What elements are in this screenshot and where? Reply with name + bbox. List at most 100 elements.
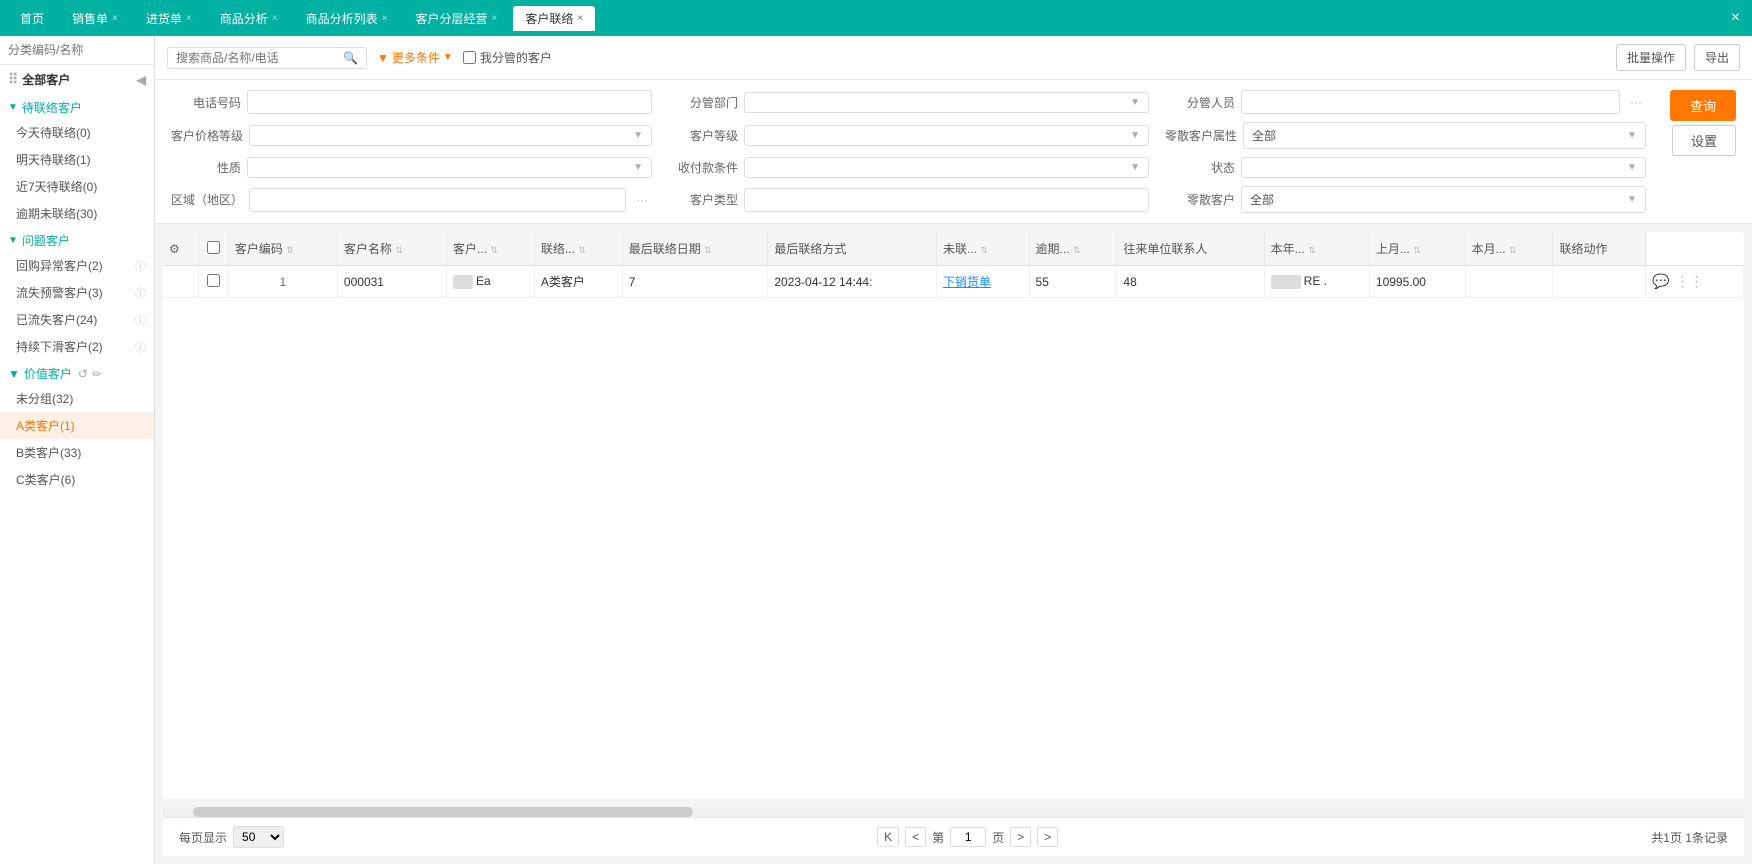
horizontal-scrollbar[interactable]	[163, 807, 1744, 817]
scattered-attr-select[interactable]: 全部 ▼	[1243, 122, 1646, 149]
sidebar-item-ungrouped[interactable]: 未分组(32)	[0, 385, 154, 412]
filter-region: 区域（地区） ···	[171, 188, 668, 212]
scrollbar-thumb[interactable]	[193, 807, 693, 817]
row-name: Ea	[447, 266, 535, 298]
status-select[interactable]: ▼	[1241, 157, 1646, 178]
nav-sales[interactable]: 销售单 ×	[60, 6, 130, 31]
manager-input[interactable]	[1241, 90, 1620, 114]
sidebar-item-repurchase-abnormal[interactable]: 回购异常客户(2) ⓘ	[0, 252, 154, 279]
col-actions-header: 联络动作	[1553, 232, 1646, 266]
grid-icon: ⠿	[8, 71, 18, 88]
table-row: 1 000031 Ea A类客户 7 2023-04-12 14:44: 下销货…	[163, 266, 1744, 298]
search-box: 🔍	[167, 47, 367, 69]
row-last-contact-date: 2023-04-12 14:44:	[768, 266, 937, 298]
filter-payment: 收付款条件 ▼	[668, 157, 1165, 178]
row-checkbox[interactable]	[207, 274, 220, 287]
payment-label: 收付款条件	[668, 159, 738, 176]
close-analysis-list-icon[interactable]: ×	[382, 13, 388, 24]
close-customer-contact-icon[interactable]: ×	[577, 13, 583, 24]
scattered-select[interactable]: 全部 ▼	[1241, 186, 1646, 213]
nature-select[interactable]: ▼	[247, 157, 652, 178]
region-label: 区域（地区）	[171, 191, 243, 208]
more-filters-button[interactable]: ▼ 更多条件 ▼	[377, 49, 453, 66]
row-this-month	[1553, 266, 1646, 298]
sidebar-item-overdue[interactable]: 逾期未联络(30)	[0, 200, 154, 227]
action-icon-2[interactable]: ⋮⋮	[1676, 273, 1704, 290]
close-customer-layer-icon[interactable]: ×	[491, 13, 497, 24]
query-button[interactable]: 查询	[1670, 90, 1736, 121]
sidebar-item-class-a[interactable]: A类客户(1)	[0, 412, 154, 439]
sort-last-date-icon: ⇅	[704, 245, 712, 255]
close-analysis-icon[interactable]: ×	[272, 13, 278, 24]
close-all-button[interactable]: ×	[1731, 9, 1740, 27]
customer-level-select[interactable]: ▼	[744, 125, 1149, 146]
region-dots-icon[interactable]: ···	[632, 193, 652, 207]
sidebar-item-declining[interactable]: 持续下滑客户(2) ⓘ	[0, 333, 154, 360]
status-label: 状态	[1165, 159, 1235, 176]
total-records-label: 共1页 1条记录	[1651, 829, 1728, 846]
dept-label: 分管部门	[668, 94, 738, 111]
payment-select[interactable]: ▼	[744, 157, 1149, 178]
first-page-button[interactable]: K	[877, 827, 899, 847]
refresh-icon[interactable]: ↺	[78, 367, 88, 381]
main-search-input[interactable]	[176, 51, 339, 65]
sidebar-item-tomorrow[interactable]: 明天待联络(1)	[0, 146, 154, 173]
sidebar-collapse-icon[interactable]: ◀	[137, 73, 146, 87]
sidebar-item-churn-warning[interactable]: 流失预警客户(3) ⓘ	[0, 279, 154, 306]
nav-analysis[interactable]: 商品分析 ×	[208, 6, 290, 31]
row-contact-count: 7	[622, 266, 768, 298]
close-purchase-icon[interactable]: ×	[186, 13, 192, 24]
phone-label: 电话号码	[171, 94, 241, 111]
price-level-select[interactable]: ▼	[249, 125, 652, 146]
region-input[interactable]	[249, 188, 626, 212]
row-index: 1	[228, 266, 337, 298]
sidebar-item-class-c[interactable]: C类客户(6)	[0, 466, 154, 493]
main-search-icon[interactable]: 🔍	[343, 51, 358, 65]
nav-home[interactable]: 首页	[8, 6, 56, 31]
edit-icon[interactable]: ✏	[92, 367, 102, 381]
setting-button[interactable]: 设置	[1672, 125, 1736, 156]
select-all-checkbox[interactable]	[207, 241, 220, 254]
customer-type-input[interactable]	[744, 188, 1149, 212]
phone-input[interactable]	[247, 90, 652, 114]
col-last-contact-date-header: 最后联络日期 ⇅	[622, 232, 768, 266]
filter-status: 状态 ▼	[1165, 157, 1662, 178]
sidebar-item-class-b[interactable]: B类客户(33)	[0, 439, 154, 466]
nav-purchase[interactable]: 进货单 ×	[134, 6, 204, 31]
row-contacts: RE .	[1264, 266, 1369, 298]
filter-scattered-customer: 零散客户 全部 ▼	[1165, 186, 1662, 213]
table-gear-icon[interactable]: ⚙	[169, 242, 180, 256]
scattered-label: 零散客户	[1165, 191, 1235, 208]
last-contact-method-link[interactable]: 下销货单	[943, 275, 991, 289]
nav-analysis-list[interactable]: 商品分析列表 ×	[294, 6, 400, 31]
action-icon-1[interactable]: 💬	[1652, 273, 1669, 290]
top-navigation: 首页 销售单 × 进货单 × 商品分析 × 商品分析列表 × 客户分层经营 × …	[0, 0, 1752, 36]
nav-customer-layer[interactable]: 客户分层经营 ×	[403, 6, 509, 31]
sidebar-search-input[interactable]	[8, 43, 155, 57]
prev-page-button[interactable]: <	[905, 827, 926, 847]
page-number-input[interactable]	[950, 827, 986, 847]
filter-nature: 性质 ▼	[171, 157, 668, 178]
sidebar-item-churned[interactable]: 已流失客户(24) ⓘ	[0, 306, 154, 333]
sidebar-item-week[interactable]: 近7天待联络(0)	[0, 173, 154, 200]
col-this-month-header: 本月... ⇅	[1465, 232, 1553, 266]
my-customers-checkbox[interactable]	[463, 51, 476, 64]
last-page-button[interactable]: >	[1037, 827, 1058, 847]
next-page-button[interactable]: >	[1010, 827, 1031, 847]
page-size-select[interactable]: 50 100 200	[233, 826, 284, 848]
dept-select[interactable]: ▼	[744, 92, 1149, 113]
pending-arrow-icon: ▼	[8, 102, 18, 113]
my-customers-checkbox-area: 我分管的客户	[463, 49, 552, 66]
export-button[interactable]: 导出	[1694, 44, 1740, 71]
sidebar-value-group: ▼ 价值客户 ↺ ✏	[0, 360, 154, 385]
table-footer: 每页显示 50 100 200 K < 第 页 > > 共1页 1条记录	[163, 817, 1744, 856]
col-overdue-header: 逾期... ⇅	[1029, 232, 1117, 266]
nav-customer-contact[interactable]: 客户联络 ×	[513, 6, 595, 31]
close-sales-icon[interactable]: ×	[112, 13, 118, 24]
batch-operations-button[interactable]: 批量操作	[1616, 44, 1686, 71]
manager-dots-icon[interactable]: ···	[1626, 95, 1646, 109]
row-checkbox-cell	[198, 266, 228, 298]
sidebar-item-today[interactable]: 今天待联络(0)	[0, 119, 154, 146]
sort-contact-count-icon: ⇅	[578, 245, 586, 255]
table-header-row: ⚙ 客户编码 ⇅ 客户名称 ⇅ 客户... ⇅ 联络... ⇅ 最后联络日期 ⇅…	[163, 232, 1744, 266]
